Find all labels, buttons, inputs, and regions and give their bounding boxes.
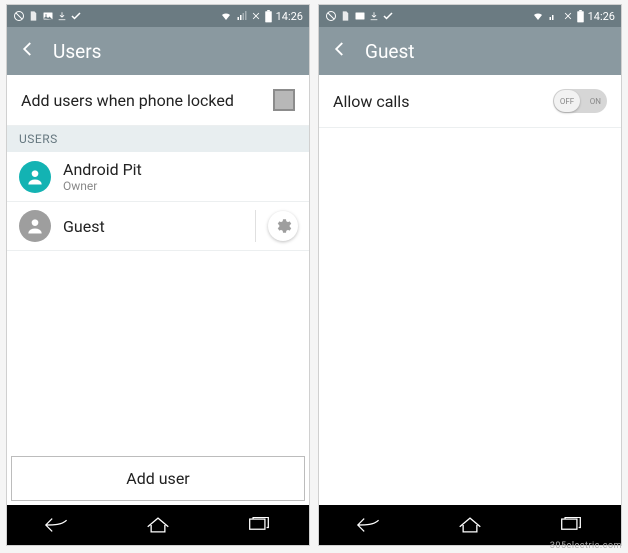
toggle-off-label: OFF — [560, 97, 574, 106]
page-title: Guest — [365, 40, 415, 63]
empty-area — [7, 251, 309, 452]
guest-settings-button[interactable] — [268, 211, 298, 241]
status-time: 14:26 — [588, 10, 615, 23]
nav-home-button[interactable] — [456, 515, 484, 535]
allow-calls-row[interactable]: Allow calls OFF ON — [319, 75, 621, 128]
check-icon — [70, 10, 82, 22]
network-icon — [236, 10, 248, 22]
add-user-button[interactable]: Add user — [11, 456, 305, 501]
status-right-icons: 14:26 — [219, 10, 303, 23]
status-left-icons — [13, 10, 82, 22]
nav-bar — [7, 505, 309, 545]
status-right-icons: 14:26 — [531, 10, 615, 23]
nav-back-button[interactable] — [355, 515, 383, 535]
nav-home-button[interactable] — [144, 515, 172, 535]
user-name: Guest — [63, 217, 243, 236]
do-not-disturb-icon — [13, 10, 25, 22]
empty-area — [319, 128, 621, 505]
download-icon — [57, 10, 67, 22]
user-subtitle: Owner — [63, 179, 297, 193]
sim-icon — [340, 10, 351, 22]
status-bar: 14:26 — [319, 5, 621, 27]
add-user-label: Add user — [126, 469, 189, 488]
nav-back-button[interactable] — [43, 515, 71, 535]
toggle-on-label: ON — [590, 97, 601, 106]
app-bar: Users — [7, 27, 309, 75]
wifi-icon — [531, 10, 545, 22]
do-not-disturb-icon — [325, 10, 337, 22]
add-users-locked-label: Add users when phone locked — [21, 91, 234, 110]
add-users-locked-row[interactable]: Add users when phone locked — [7, 75, 309, 126]
back-button[interactable] — [331, 40, 349, 62]
nav-recent-button[interactable] — [245, 515, 273, 535]
avatar-icon — [19, 161, 51, 193]
sim-icon — [28, 10, 39, 22]
status-time: 14:26 — [276, 10, 303, 23]
avatar-icon — [19, 210, 51, 242]
phone-guest: 14:26 Guest Allow calls OFF ON — [318, 4, 622, 546]
no-signal-icon — [563, 10, 573, 22]
allow-calls-toggle[interactable]: OFF ON — [553, 89, 607, 113]
add-users-locked-checkbox[interactable] — [273, 89, 295, 111]
status-bar: 14:26 — [7, 5, 309, 27]
gallery-icon — [354, 10, 366, 22]
network-icon — [548, 10, 560, 22]
wifi-icon — [219, 10, 233, 22]
back-button[interactable] — [19, 40, 37, 62]
phone-users: 14:26 Users Add users when phone locked … — [6, 4, 310, 546]
user-name: Android Pit — [63, 160, 297, 179]
battery-icon — [264, 10, 273, 23]
nav-recent-button[interactable] — [557, 515, 585, 535]
nav-bar — [319, 505, 621, 545]
allow-calls-label: Allow calls — [333, 92, 409, 111]
users-section-header: USERS — [7, 126, 309, 152]
no-signal-icon — [251, 10, 261, 22]
status-left-icons — [325, 10, 394, 22]
download-icon — [369, 10, 379, 22]
watermark: 305electric.com — [550, 541, 622, 551]
page-title: Users — [53, 40, 101, 63]
check-icon — [382, 10, 394, 22]
gallery-icon — [42, 10, 54, 22]
user-row-guest[interactable]: Guest — [7, 202, 309, 251]
user-row-owner[interactable]: Android Pit Owner — [7, 152, 309, 202]
app-bar: Guest — [319, 27, 621, 75]
battery-icon — [576, 10, 585, 23]
